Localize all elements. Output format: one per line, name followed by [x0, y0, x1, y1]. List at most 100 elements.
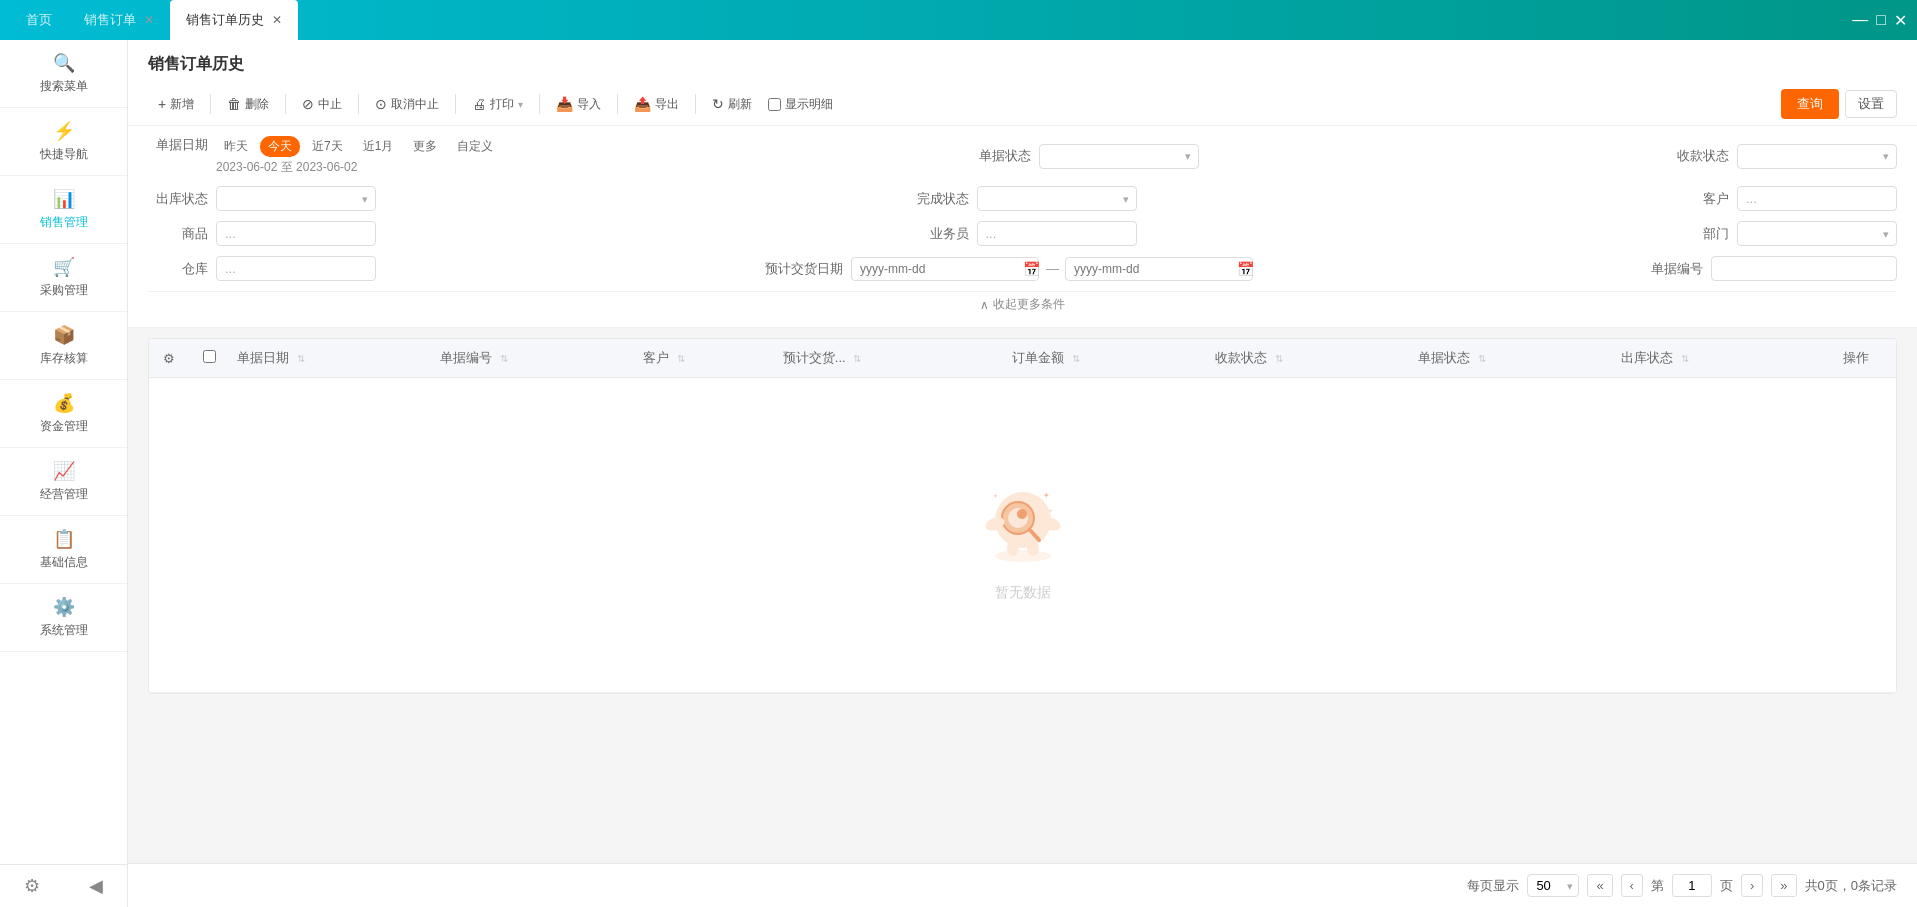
- delivery-status-select[interactable]: 全部 未出库 部分出库 已出库: [216, 186, 376, 211]
- th-date-sort[interactable]: ⇅: [297, 353, 305, 364]
- collapse-icon: ∧: [980, 298, 989, 312]
- close-btn[interactable]: ✕: [1894, 11, 1907, 30]
- select-all-checkbox[interactable]: [203, 350, 216, 363]
- tab-sales-order-label: 销售订单: [84, 11, 136, 29]
- th-customer-label: 客户: [643, 350, 669, 365]
- gear-icon[interactable]: ⚙: [163, 351, 175, 366]
- svg-point-9: [1027, 540, 1039, 556]
- date-today[interactable]: 今天: [260, 136, 300, 157]
- th-bill-status-sort[interactable]: ⇅: [1478, 353, 1486, 364]
- date-1month[interactable]: 近1月: [355, 136, 402, 157]
- dept-select-wrap: [1737, 221, 1897, 246]
- th-delivery-status-sort[interactable]: ⇅: [1681, 353, 1689, 364]
- tab-sales-order[interactable]: 销售订单 ✕: [68, 0, 170, 40]
- tab-sales-order-history-close[interactable]: ✕: [272, 13, 282, 27]
- date-custom[interactable]: 自定义: [449, 136, 501, 157]
- sidebar-item-search-menu[interactable]: 🔍 搜索菜单: [0, 40, 127, 108]
- sidebar-collapse-btn[interactable]: ◀: [89, 875, 103, 897]
- maximize-btn[interactable]: □: [1876, 11, 1886, 29]
- stop-button[interactable]: ⊘ 中止: [292, 92, 352, 117]
- import-button[interactable]: 📥 导入: [546, 92, 611, 117]
- prev-page-btn[interactable]: ‹: [1621, 874, 1643, 897]
- print-button[interactable]: 🖨 打印 ▾: [462, 92, 533, 117]
- export-label: 导出: [655, 96, 679, 113]
- receipt-status-select[interactable]: 全部 未收款 部分收款 已收款: [1737, 144, 1897, 169]
- th-customer-sort[interactable]: ⇅: [677, 353, 685, 364]
- refresh-button[interactable]: ↻ 刷新: [702, 92, 762, 117]
- dept-select[interactable]: [1737, 221, 1897, 246]
- collapse-btn[interactable]: ∧ 收起更多条件: [148, 291, 1897, 317]
- display-detail-label[interactable]: 显示明细: [785, 96, 833, 113]
- current-page-input[interactable]: [1672, 874, 1712, 897]
- sidebar-item-inventory-label: 库存核算: [40, 350, 88, 367]
- display-detail-checkbox[interactable]: [768, 98, 781, 111]
- date-7days[interactable]: 近7天: [304, 136, 351, 157]
- salesperson-input[interactable]: ...: [977, 221, 1137, 246]
- new-icon: +: [158, 96, 166, 112]
- th-bill-no-sort[interactable]: ⇅: [500, 353, 508, 364]
- bill-status-select[interactable]: 全部 待审核 已审核 已驳回: [1039, 144, 1199, 169]
- th-bill-status-label: 单据状态: [1418, 350, 1470, 365]
- print-dropdown-icon[interactable]: ▾: [518, 99, 523, 110]
- th-gear[interactable]: ⚙: [149, 339, 189, 378]
- complete-status-select[interactable]: 全部 未完成 已完成: [977, 186, 1137, 211]
- svg-point-4: [1017, 509, 1027, 519]
- date-yesterday[interactable]: 昨天: [216, 136, 256, 157]
- sidebar-item-sales[interactable]: 📊 销售管理: [0, 176, 127, 244]
- date-more[interactable]: 更多: [405, 136, 445, 157]
- date-label: 单据日期: [148, 136, 208, 154]
- first-page-btn[interactable]: «: [1587, 874, 1612, 897]
- date-start-icon[interactable]: 📅: [1023, 261, 1040, 277]
- separator-6: [617, 94, 618, 114]
- separator-2: [285, 94, 286, 114]
- separator-1: [210, 94, 211, 114]
- customer-input[interactable]: ...: [1737, 186, 1897, 211]
- th-amount-sort[interactable]: ⇅: [1072, 353, 1080, 364]
- date-end-icon[interactable]: 📅: [1237, 261, 1254, 277]
- query-button[interactable]: 查询: [1781, 89, 1839, 119]
- sidebar-item-finance[interactable]: 💰 资金管理: [0, 380, 127, 448]
- page-size-select[interactable]: 10 20 50 100: [1527, 874, 1579, 897]
- bill-no-input[interactable]: [1711, 256, 1897, 281]
- warehouse-input[interactable]: ...: [216, 256, 376, 281]
- import-label: 导入: [577, 96, 601, 113]
- delivery-date-start[interactable]: [851, 257, 1039, 281]
- empty-illustration: ✦ ✦ ✦: [973, 468, 1073, 568]
- quick-nav-icon: ⚡: [53, 120, 75, 142]
- tab-sales-order-close[interactable]: ✕: [144, 13, 154, 27]
- sidebar-item-inventory[interactable]: 📦 库存核算: [0, 312, 127, 380]
- tab-sales-order-history[interactable]: 销售订单历史 ✕: [170, 0, 298, 40]
- delete-button[interactable]: 🗑 删除: [217, 92, 279, 117]
- cancel-stop-button[interactable]: ⊙ 取消中止: [365, 92, 449, 117]
- toolbar: + 新增 🗑 删除 ⊘ 中止 ⊙ 取消中止 🖨 打印 ▾: [128, 83, 1917, 126]
- sidebar-settings-btn[interactable]: ⚙: [24, 875, 40, 897]
- empty-text: 暂无数据: [995, 584, 1051, 602]
- product-input[interactable]: ...: [216, 221, 376, 246]
- page-size-select-wrap: 10 20 50 100: [1527, 874, 1579, 897]
- bill-status-label: 单据状态: [971, 147, 1031, 165]
- export-button[interactable]: 📤 导出: [624, 92, 689, 117]
- th-delivery-date-sort[interactable]: ⇅: [853, 353, 861, 364]
- setting-button[interactable]: 设置: [1845, 90, 1897, 118]
- delivery-date-end[interactable]: [1065, 257, 1253, 281]
- next-page-btn[interactable]: ›: [1741, 874, 1763, 897]
- sidebar-item-base-info[interactable]: 📋 基础信息: [0, 516, 127, 584]
- separator-4: [455, 94, 456, 114]
- new-button[interactable]: + 新增: [148, 92, 204, 117]
- complete-status-select-wrap: 全部 未完成 已完成: [977, 186, 1137, 211]
- separator-7: [695, 94, 696, 114]
- last-page-btn[interactable]: »: [1771, 874, 1796, 897]
- empty-cell: ✦ ✦ ✦ 暂无数据: [149, 378, 1896, 693]
- complete-status-label: 完成状态: [909, 190, 969, 208]
- sidebar-item-system[interactable]: ⚙️ 系统管理: [0, 584, 127, 652]
- product-label: 商品: [148, 225, 208, 243]
- sidebar-item-quick-nav[interactable]: ⚡ 快捷导航: [0, 108, 127, 176]
- minimize-btn[interactable]: —: [1852, 11, 1868, 29]
- sidebar-item-purchase[interactable]: 🛒 采购管理: [0, 244, 127, 312]
- delivery-status-label: 出库状态: [148, 190, 208, 208]
- th-checkbox[interactable]: [189, 339, 229, 378]
- tab-home[interactable]: 首页: [10, 0, 68, 40]
- filter-row-2: 出库状态 全部 未出库 部分出库 已出库 完成状态: [148, 186, 1897, 211]
- sidebar-item-operations[interactable]: 📈 经营管理: [0, 448, 127, 516]
- th-receipt-status-sort[interactable]: ⇅: [1275, 353, 1283, 364]
